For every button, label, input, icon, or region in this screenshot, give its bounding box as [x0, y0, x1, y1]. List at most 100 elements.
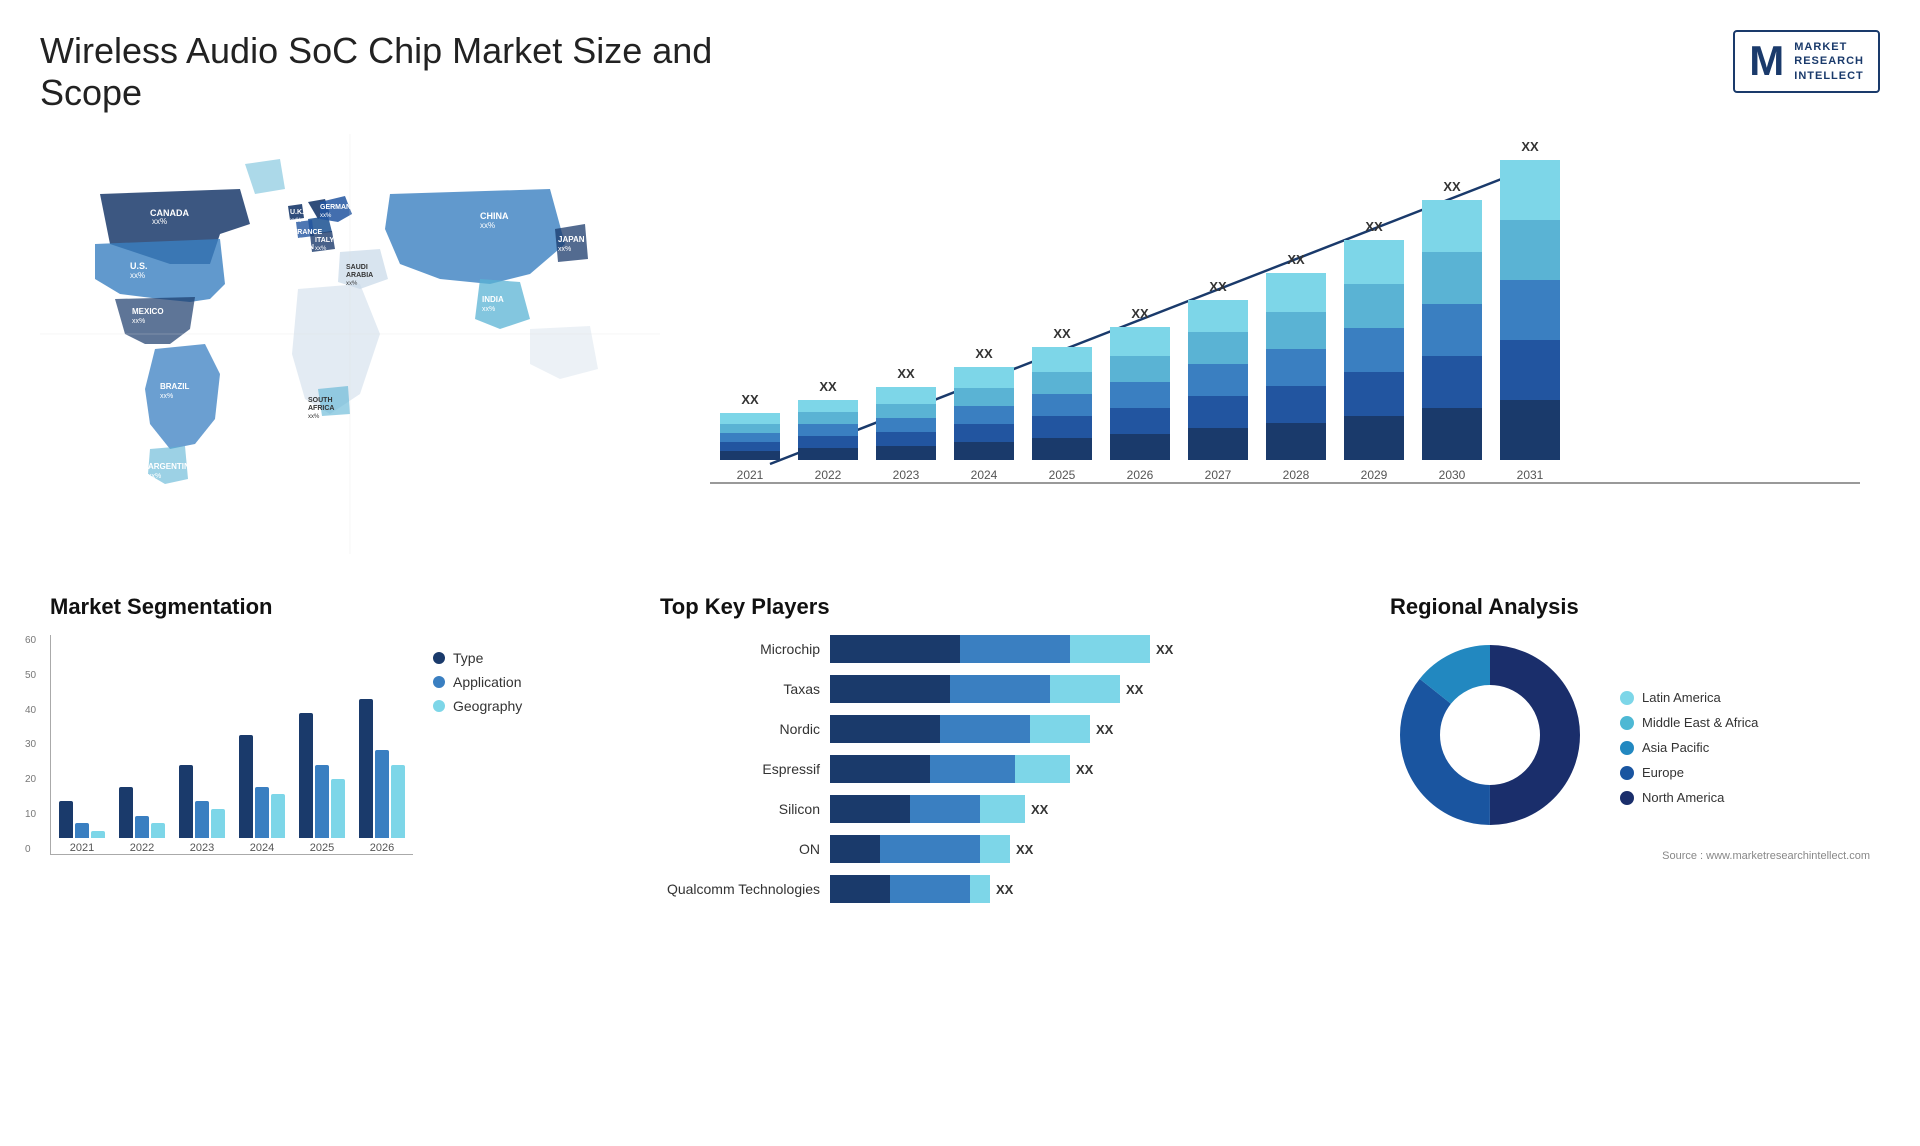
bar-segment: [1500, 220, 1560, 280]
bar-segment: [1500, 340, 1560, 400]
segmentation-title: Market Segmentation: [50, 594, 610, 620]
bar-segment: [1188, 396, 1248, 428]
svg-text:MEXICO: MEXICO: [132, 307, 164, 316]
svg-text:ITALY: ITALY: [315, 237, 334, 244]
north-america-region: CANADA xx% U.S. xx% MEXICO xx%: [95, 159, 285, 344]
seg-x-label: 2021: [70, 842, 94, 854]
bar-year-label: 2026: [1127, 468, 1154, 482]
seg-bar: [299, 713, 313, 838]
bar-stack: [1110, 327, 1170, 460]
bar-segment: [798, 400, 858, 412]
bar-segment: [1422, 356, 1482, 408]
bar-value-label: XX: [1365, 219, 1382, 234]
svg-text:xx%: xx%: [308, 414, 320, 420]
player-bar-segment: [830, 875, 890, 903]
bar-segment: [1422, 252, 1482, 304]
player-bar-wrap: XX: [830, 755, 1340, 783]
svg-text:U.K.: U.K.: [290, 209, 304, 216]
bar-stack: [876, 387, 936, 460]
logo-letter: M: [1749, 40, 1784, 82]
svg-text:SAUDI: SAUDI: [346, 264, 368, 271]
seg-x-label: 2025: [310, 842, 334, 854]
players-title: Top Key Players: [660, 594, 1340, 620]
player-bar-segment: [830, 755, 930, 783]
player-bar-segment: [830, 795, 910, 823]
player-bar-segment: [940, 715, 1030, 743]
seg-bar: [195, 801, 209, 838]
bar-segment: [798, 436, 858, 448]
bar-segment: [1344, 240, 1404, 284]
bar-chart: XX2021XX2022XX2023XX2024XX2025XX2026XX20…: [710, 144, 1860, 484]
bar-value-label: XX: [1443, 179, 1460, 194]
player-name: Espressif: [660, 761, 820, 777]
europe-region: U.K. xx% FRANCE xx% SPAIN xx% GERMANY xx…: [288, 196, 356, 259]
player-bar-stack: [830, 715, 1090, 743]
bar-segment: [954, 406, 1014, 424]
player-bar-segment: [960, 635, 1070, 663]
player-row: Espressif XX: [660, 755, 1340, 783]
player-bar-stack: [830, 875, 990, 903]
seg-bar: [151, 823, 165, 838]
seg-bar: [271, 794, 285, 838]
svg-text:xx%: xx%: [558, 246, 571, 253]
bar-group: XX2027: [1188, 279, 1248, 482]
bar-segment: [1110, 327, 1170, 356]
svg-text:INDIA: INDIA: [482, 295, 504, 304]
bar-value-label: XX: [1521, 139, 1538, 154]
bar-year-label: 2022: [815, 468, 842, 482]
bar-year-label: 2021: [737, 468, 764, 482]
bar-year-label: 2030: [1439, 468, 1466, 482]
page-title: Wireless Audio SoC Chip Market Size and …: [40, 30, 740, 114]
player-bar-segment: [880, 835, 980, 863]
player-name: Taxas: [660, 681, 820, 697]
svg-text:SOUTH: SOUTH: [308, 397, 333, 404]
player-row: ONXX: [660, 835, 1340, 863]
legend-mea: Middle East & Africa: [1620, 715, 1758, 730]
seg-bar: [315, 765, 329, 838]
middle-east-region: SAUDI ARABIA xx%: [338, 249, 388, 289]
donut-chart: [1390, 635, 1590, 840]
seg-bar: [239, 735, 253, 838]
player-bar-stack: [830, 795, 1025, 823]
logo-text: MARKET RESEARCH INTELLECT: [1794, 40, 1864, 83]
bar-segment: [1500, 280, 1560, 340]
svg-text:xx%: xx%: [160, 393, 173, 400]
seg-bar: [391, 765, 405, 838]
player-xx-label: XX: [1076, 762, 1093, 777]
bar-segment: [1188, 332, 1248, 364]
player-name: Microchip: [660, 641, 820, 657]
player-bar-segment: [1070, 635, 1150, 663]
player-bar-segment: [1015, 755, 1070, 783]
source-text: Source : www.marketresearchintellect.com: [1390, 850, 1870, 862]
svg-text:GERMANY: GERMANY: [320, 204, 356, 211]
player-bar-segment: [830, 835, 880, 863]
bar-segment: [1188, 364, 1248, 396]
bar-segment: [720, 424, 780, 433]
page-header: Wireless Audio SoC Chip Market Size and …: [40, 30, 1880, 114]
bottom-section: Market Segmentation 60 50 40 30 20 10 0: [40, 584, 1880, 925]
bar-stack: [1032, 347, 1092, 460]
main-content: CANADA xx% U.S. xx% MEXICO xx% BRAZIL xx…: [40, 134, 1880, 925]
svg-text:xx%: xx%: [130, 271, 145, 280]
players-section: Top Key Players MicrochipXXTaxasXXNordic…: [650, 584, 1350, 925]
bar-segment: [876, 432, 936, 446]
bar-segment: [720, 433, 780, 442]
bar-segment: [1188, 428, 1248, 460]
bar-group: XX2031: [1500, 139, 1560, 482]
player-xx-label: XX: [1016, 842, 1033, 857]
bar-segment: [954, 442, 1014, 460]
player-bar-wrap: XX: [830, 715, 1340, 743]
seg-x-label: 2026: [370, 842, 394, 854]
bar-group: XX2025: [1032, 326, 1092, 482]
bar-value-label: XX: [1131, 306, 1148, 321]
player-bar-wrap: XX: [830, 675, 1340, 703]
bar-segment: [1032, 347, 1092, 372]
bar-segment: [1422, 408, 1482, 460]
svg-text:ARGENTINA: ARGENTINA: [148, 462, 196, 471]
svg-text:xx%: xx%: [315, 246, 327, 252]
bar-segment: [1266, 423, 1326, 460]
player-bar-wrap: XX: [830, 835, 1340, 863]
seg-bar: [75, 823, 89, 838]
bar-segment: [1032, 416, 1092, 438]
bar-stack: [1344, 240, 1404, 460]
